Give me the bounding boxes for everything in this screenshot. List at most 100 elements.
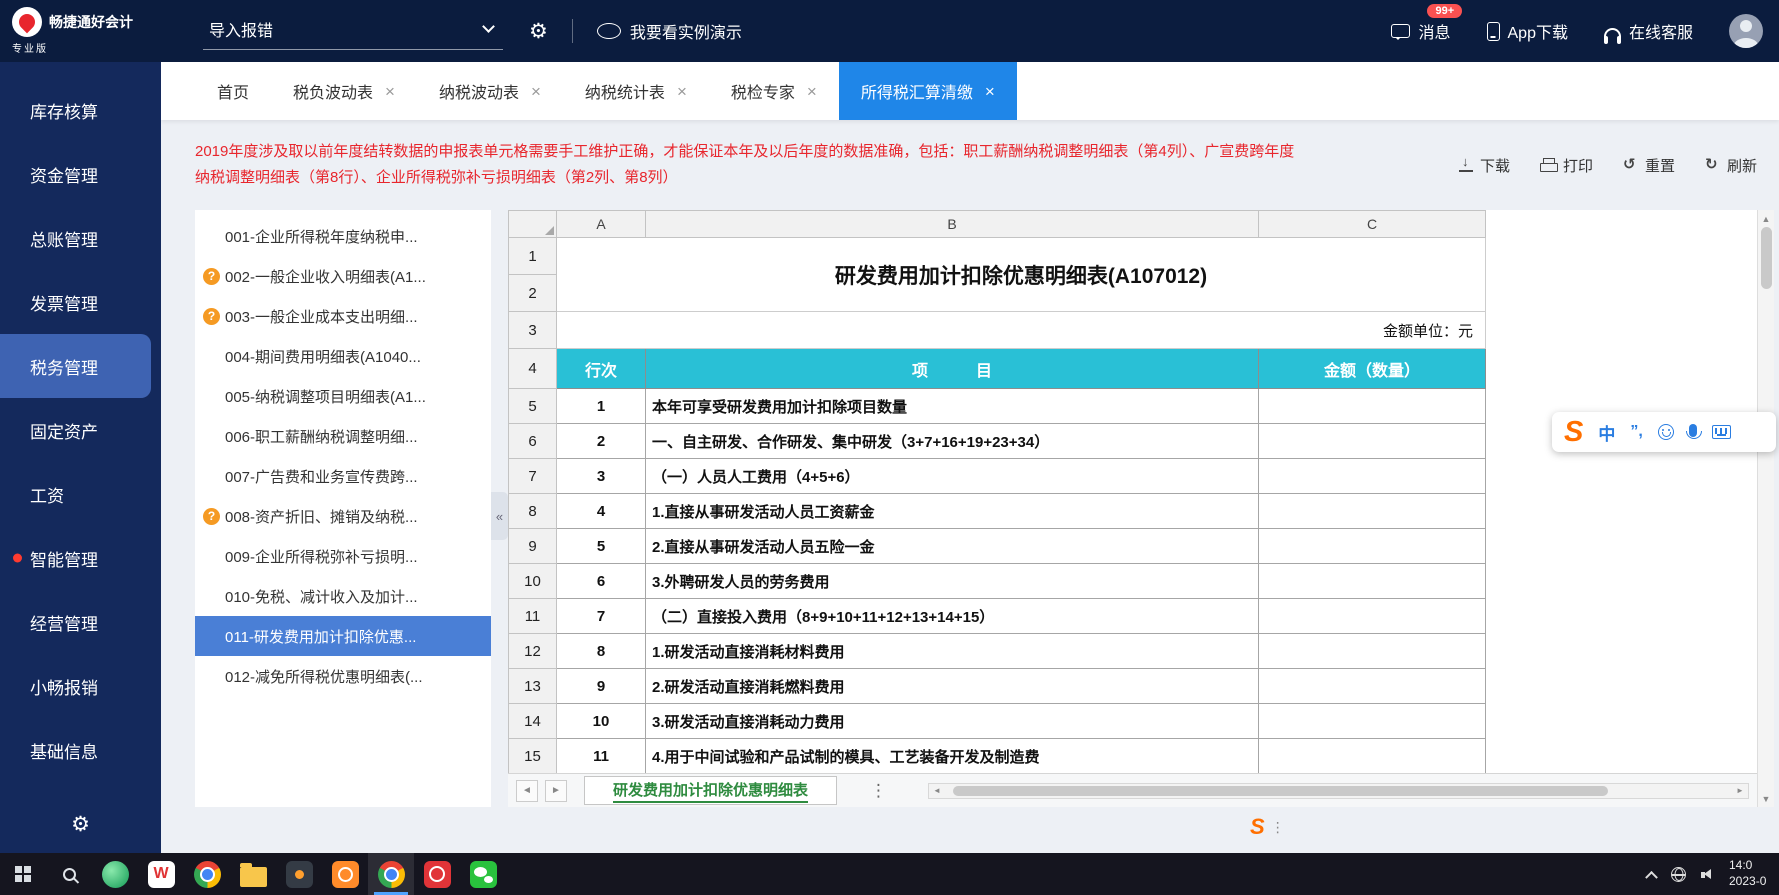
sheet-next-button[interactable]: ► <box>545 779 567 802</box>
item-cell[interactable]: （二）直接投入费用（8+9+10+11+12+13+14+15） <box>646 599 1259 634</box>
emoji-icon[interactable] <box>1657 424 1674 440</box>
demo-link[interactable]: 我要看实例演示 <box>596 19 742 43</box>
row-header-4[interactable]: 4 <box>509 349 557 389</box>
line-number-cell[interactable]: 4 <box>557 494 646 529</box>
taskbar-app-red[interactable] <box>414 853 460 895</box>
form-list-item-11[interactable]: 012-减免所得税优惠明细表(... <box>195 656 491 696</box>
unit-label-cell[interactable]: 金额单位：元 <box>557 312 1486 349</box>
tab-2[interactable]: 纳税波动表 × <box>417 62 563 120</box>
item-cell[interactable]: 本年可享受研发费用加计扣除项目数量 <box>646 389 1259 424</box>
sidebar-item-2[interactable]: 总账管理 <box>0 206 161 270</box>
item-cell[interactable]: 4.用于中间试验和产品试制的模具、工艺装备开发及制造费 <box>646 739 1259 774</box>
row-header-15[interactable]: 15 <box>509 739 557 774</box>
line-number-cell[interactable]: 1 <box>557 389 646 424</box>
scroll-left-arrow[interactable]: ◄ <box>929 786 945 795</box>
clock[interactable]: 14:0 2023-0 <box>1729 858 1777 889</box>
collapse-panel-handle[interactable]: « <box>491 492 508 540</box>
sheet-prev-button[interactable]: ◄ <box>516 779 538 802</box>
app-download-button[interactable]: App下载 <box>1486 19 1568 43</box>
row-header-13[interactable]: 13 <box>509 669 557 704</box>
form-list-item-5[interactable]: 006-职工薪酬纳税调整明细... <box>195 416 491 456</box>
taskbar-app-dev[interactable] <box>276 853 322 895</box>
row-header-9[interactable]: 9 <box>509 529 557 564</box>
line-number-cell[interactable]: 3 <box>557 459 646 494</box>
refresh-button[interactable]: 刷新 <box>1705 155 1757 176</box>
line-number-cell[interactable]: 2 <box>557 424 646 459</box>
amount-cell[interactable] <box>1259 424 1486 459</box>
vertical-scrollbar[interactable]: ▲ ▼ <box>1757 210 1774 807</box>
tab-close-icon[interactable]: × <box>677 83 687 100</box>
row-header-2[interactable]: 2 <box>509 275 557 312</box>
user-avatar[interactable] <box>1729 14 1763 48</box>
item-cell[interactable]: 1.直接从事研发活动人员工资薪金 <box>646 494 1259 529</box>
import-error-dropdown[interactable]: 导入报错 <box>203 13 503 50</box>
form-list-item-2[interactable]: ? 003-一般企业成本支出明细... <box>195 296 491 336</box>
amount-cell[interactable] <box>1259 564 1486 599</box>
sidebar-item-10[interactable]: 基础信息 <box>0 718 161 782</box>
microphone-icon[interactable] <box>1685 423 1702 439</box>
keyboard-icon[interactable] <box>1711 425 1731 439</box>
sheet-more-button[interactable]: ⋮ <box>870 781 887 801</box>
item-cell[interactable]: 2.直接从事研发活动人员五险一金 <box>646 529 1259 564</box>
line-number-cell[interactable]: 8 <box>557 634 646 669</box>
start-button[interactable] <box>0 853 46 895</box>
messages-button[interactable]: 99+ 消息 <box>1391 4 1463 43</box>
row-header-7[interactable]: 7 <box>509 459 557 494</box>
sidebar-item-8[interactable]: 经营管理 <box>0 590 161 654</box>
row-header-10[interactable]: 10 <box>509 564 557 599</box>
form-list-item-3[interactable]: 004-期间费用明细表(A1040... <box>195 336 491 376</box>
amount-cell[interactable] <box>1259 599 1486 634</box>
taskbar-app-chrome[interactable] <box>184 853 230 895</box>
network-icon[interactable] <box>1671 866 1686 882</box>
column-header-B[interactable]: B <box>646 211 1259 238</box>
help-icon[interactable]: ? <box>203 507 220 525</box>
sidebar-item-0[interactable]: 库存核算 <box>0 78 161 142</box>
download-button[interactable]: 下载 <box>1458 154 1510 176</box>
sidebar-item-7[interactable]: 智能管理 <box>0 526 161 590</box>
active-sheet-tab[interactable]: 研发费用加计扣除优惠明细表 <box>584 776 838 805</box>
table-header-item[interactable]: 项 目 <box>646 349 1259 389</box>
scroll-right-arrow[interactable]: ► <box>1732 786 1748 795</box>
reset-button[interactable]: 重置 <box>1623 155 1675 176</box>
help-icon[interactable]: ? <box>203 267 220 285</box>
vertical-scroll-thumb[interactable] <box>1760 227 1772 289</box>
tab-close-icon[interactable]: × <box>807 83 817 100</box>
sidebar-item-1[interactable]: 资金管理 <box>0 142 161 206</box>
item-cell[interactable]: 2.研发活动直接消耗燃料费用 <box>646 669 1259 704</box>
tab-close-icon[interactable]: × <box>985 83 995 100</box>
form-list-item-9[interactable]: 010-免税、减计收入及加计... <box>195 576 491 616</box>
sidebar-item-5[interactable]: 固定资产 <box>0 398 161 462</box>
tab-close-icon[interactable]: × <box>531 83 541 100</box>
scroll-down-arrow[interactable]: ▼ <box>1758 790 1774 807</box>
line-number-cell[interactable]: 9 <box>557 669 646 704</box>
amount-cell[interactable] <box>1259 494 1486 529</box>
row-header-5[interactable]: 5 <box>509 389 557 424</box>
amount-cell[interactable] <box>1259 669 1486 704</box>
amount-cell[interactable] <box>1259 459 1486 494</box>
column-header-A[interactable]: A <box>557 211 646 238</box>
table-header-line[interactable]: 行次 <box>557 349 646 389</box>
amount-cell[interactable] <box>1259 389 1486 424</box>
horizontal-scroll-thumb[interactable] <box>953 785 1609 796</box>
taskbar-file-explorer[interactable] <box>230 853 276 895</box>
line-number-cell[interactable]: 6 <box>557 564 646 599</box>
item-cell[interactable]: 1.研发活动直接消耗材料费用 <box>646 634 1259 669</box>
row-header-12[interactable]: 12 <box>509 634 557 669</box>
horizontal-scrollbar[interactable]: ◄ ► <box>928 782 1749 799</box>
amount-cell[interactable] <box>1259 634 1486 669</box>
row-header-8[interactable]: 8 <box>509 494 557 529</box>
print-button[interactable]: 打印 <box>1539 155 1593 176</box>
item-cell[interactable]: 一、自主研发、合作研发、集中研发（3+7+16+19+23+34） <box>646 424 1259 459</box>
amount-cell[interactable] <box>1259 704 1486 739</box>
sogou-logo-icon[interactable]: S <box>1564 417 1583 447</box>
tab-close-icon[interactable]: × <box>385 83 395 100</box>
sidebar-item-3[interactable]: 发票管理 <box>0 270 161 334</box>
taskbar-app-browser-active[interactable] <box>368 853 414 895</box>
item-cell[interactable]: 3.研发活动直接消耗动力费用 <box>646 704 1259 739</box>
settings-gear-button[interactable]: ⚙ <box>529 21 548 42</box>
tab-1[interactable]: 税负波动表 × <box>271 62 417 120</box>
taskbar-app-security[interactable] <box>92 853 138 895</box>
amount-cell[interactable] <box>1259 529 1486 564</box>
sidebar-item-9[interactable]: 小畅报销 <box>0 654 161 718</box>
line-number-cell[interactable]: 11 <box>557 739 646 774</box>
